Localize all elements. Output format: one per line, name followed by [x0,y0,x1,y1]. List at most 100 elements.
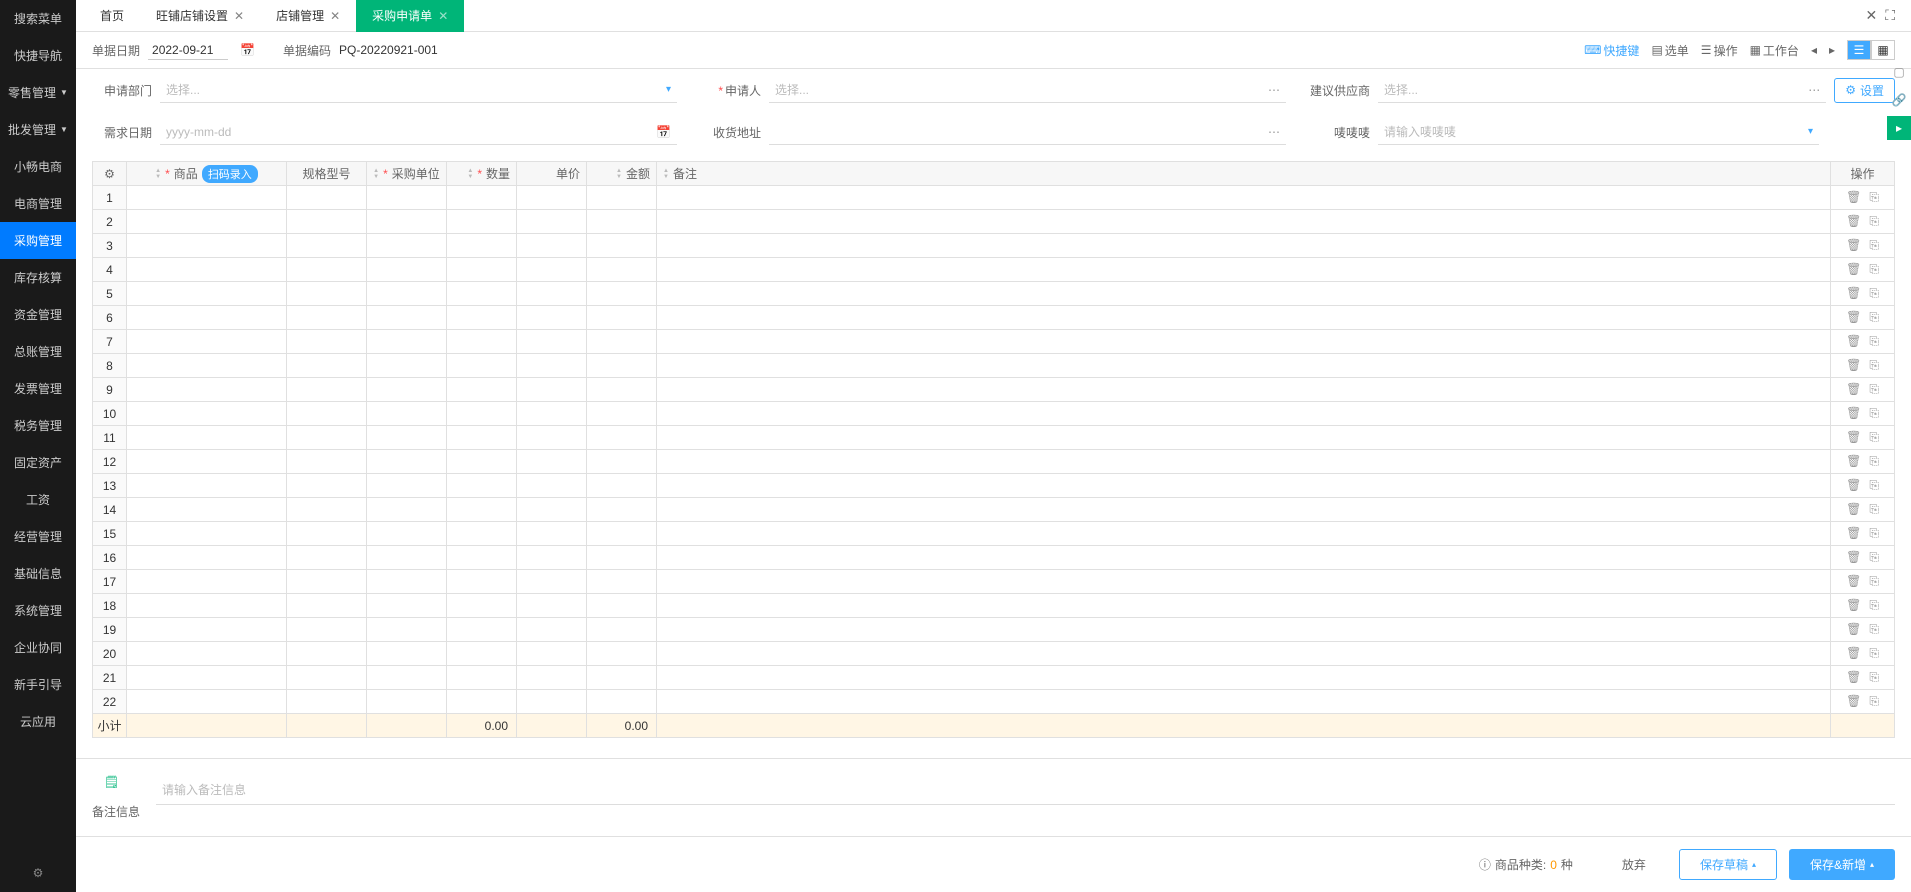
cell-amount[interactable] [587,522,657,546]
settings-button[interactable]: ⚙ 设置 [1834,78,1895,103]
cell-amount[interactable] [587,210,657,234]
copy-row-icon[interactable]: ⎘ [1869,358,1879,373]
sidebar-item-3[interactable]: 批发管理▼ [0,111,76,148]
cell-remark[interactable] [657,618,1831,642]
cell-spec[interactable] [287,474,367,498]
col-remark[interactable]: ▲▼备注 [657,162,1831,186]
delete-row-icon[interactable]: 🗑 [1846,574,1861,589]
cell-qty[interactable] [447,570,517,594]
prev-icon[interactable]: ◂ [1811,43,1817,57]
close-icon[interactable]: ✕ [234,9,244,23]
sidebar-item-17[interactable]: 企业协同 [0,629,76,666]
workbench-link[interactable]: ▦工作台 [1750,42,1799,59]
cell-product[interactable] [127,282,287,306]
cell-product[interactable] [127,546,287,570]
cell-remark[interactable] [657,642,1831,666]
applicant-select[interactable]: 选择... ⋯ [769,77,1286,103]
copy-row-icon[interactable]: ⎘ [1869,622,1879,637]
copy-row-icon[interactable]: ⎘ [1869,646,1879,661]
close-icon[interactable]: ✕ [330,9,340,23]
delete-row-icon[interactable]: 🗑 [1846,430,1861,445]
sidebar-item-12[interactable]: 固定资产 [0,444,76,481]
cell-product[interactable] [127,594,287,618]
cell-price[interactable] [517,498,587,522]
cell-remark[interactable] [657,570,1831,594]
side-icon-1[interactable]: ▢ [1887,60,1911,84]
cell-price[interactable] [517,594,587,618]
sidebar-item-0[interactable]: 搜索菜单 [0,0,76,37]
copy-row-icon[interactable]: ⎘ [1869,502,1879,517]
cell-product[interactable] [127,570,287,594]
cell-price[interactable] [517,282,587,306]
view-grid-button[interactable]: ▦ [1871,40,1895,60]
remarks-input[interactable]: 请输入备注信息 [156,775,1895,805]
cell-spec[interactable] [287,378,367,402]
cell-qty[interactable] [447,450,517,474]
copy-row-icon[interactable]: ⎘ [1869,262,1879,277]
cell-amount[interactable] [587,546,657,570]
cell-product[interactable] [127,522,287,546]
cell-remark[interactable] [657,330,1831,354]
cell-price[interactable] [517,402,587,426]
delete-row-icon[interactable]: 🗑 [1846,310,1861,325]
copy-row-icon[interactable]: ⎘ [1869,286,1879,301]
cell-unit[interactable] [367,234,447,258]
delete-row-icon[interactable]: 🗑 [1846,238,1861,253]
cell-remark[interactable] [657,378,1831,402]
cell-price[interactable] [517,570,587,594]
delete-row-icon[interactable]: 🗑 [1846,286,1861,301]
cell-price[interactable] [517,618,587,642]
cell-qty[interactable] [447,522,517,546]
delete-row-icon[interactable]: 🗑 [1846,670,1861,685]
sidebar-item-10[interactable]: 发票管理 [0,370,76,407]
copy-row-icon[interactable]: ⎘ [1869,238,1879,253]
cell-qty[interactable] [447,210,517,234]
cell-price[interactable] [517,474,587,498]
cell-remark[interactable] [657,426,1831,450]
cell-unit[interactable] [367,354,447,378]
cell-price[interactable] [517,258,587,282]
cell-qty[interactable] [447,330,517,354]
cell-price[interactable] [517,426,587,450]
sidebar-item-4[interactable]: 小畅电商 [0,148,76,185]
copy-row-icon[interactable]: ⎘ [1869,406,1879,421]
cell-remark[interactable] [657,258,1831,282]
copy-row-icon[interactable]: ⎘ [1869,334,1879,349]
cell-product[interactable] [127,498,287,522]
cell-product[interactable] [127,642,287,666]
cell-remark[interactable] [657,690,1831,714]
cell-qty[interactable] [447,474,517,498]
cell-product[interactable] [127,618,287,642]
delete-row-icon[interactable]: 🗑 [1846,478,1861,493]
cell-spec[interactable] [287,642,367,666]
cell-remark[interactable] [657,594,1831,618]
cell-remark[interactable] [657,282,1831,306]
copy-row-icon[interactable]: ⎘ [1869,310,1879,325]
cell-unit[interactable] [367,426,447,450]
sidebar-item-15[interactable]: 基础信息 [0,555,76,592]
close-all-tabs-icon[interactable]: ✕ [1865,7,1877,24]
dept-select[interactable]: 选择... ▾ [160,77,677,103]
cell-spec[interactable] [287,426,367,450]
close-icon[interactable]: ✕ [438,9,448,23]
sidebar-item-9[interactable]: 总账管理 [0,333,76,370]
save-new-button[interactable]: 保存&新增▴ [1789,849,1895,880]
delete-row-icon[interactable]: 🗑 [1846,502,1861,517]
copy-row-icon[interactable]: ⎘ [1869,670,1879,685]
delete-row-icon[interactable]: 🗑 [1846,190,1861,205]
tab-0[interactable]: 首页 [84,0,140,32]
sidebar-item-7[interactable]: 库存核算 [0,259,76,296]
sidebar-item-6[interactable]: 采购管理 [0,222,76,259]
cell-amount[interactable] [587,570,657,594]
cell-amount[interactable] [587,594,657,618]
cell-spec[interactable] [287,450,367,474]
cell-qty[interactable] [447,282,517,306]
col-price[interactable]: 单价 [517,162,587,186]
cell-remark[interactable] [657,402,1831,426]
delete-row-icon[interactable]: 🗑 [1846,550,1861,565]
tab-2[interactable]: 店铺管理✕ [260,0,356,32]
cell-unit[interactable] [367,210,447,234]
discard-button[interactable]: 放弃 [1601,849,1667,880]
tab-3[interactable]: 采购申请单✕ [356,0,464,32]
cell-qty[interactable] [447,546,517,570]
